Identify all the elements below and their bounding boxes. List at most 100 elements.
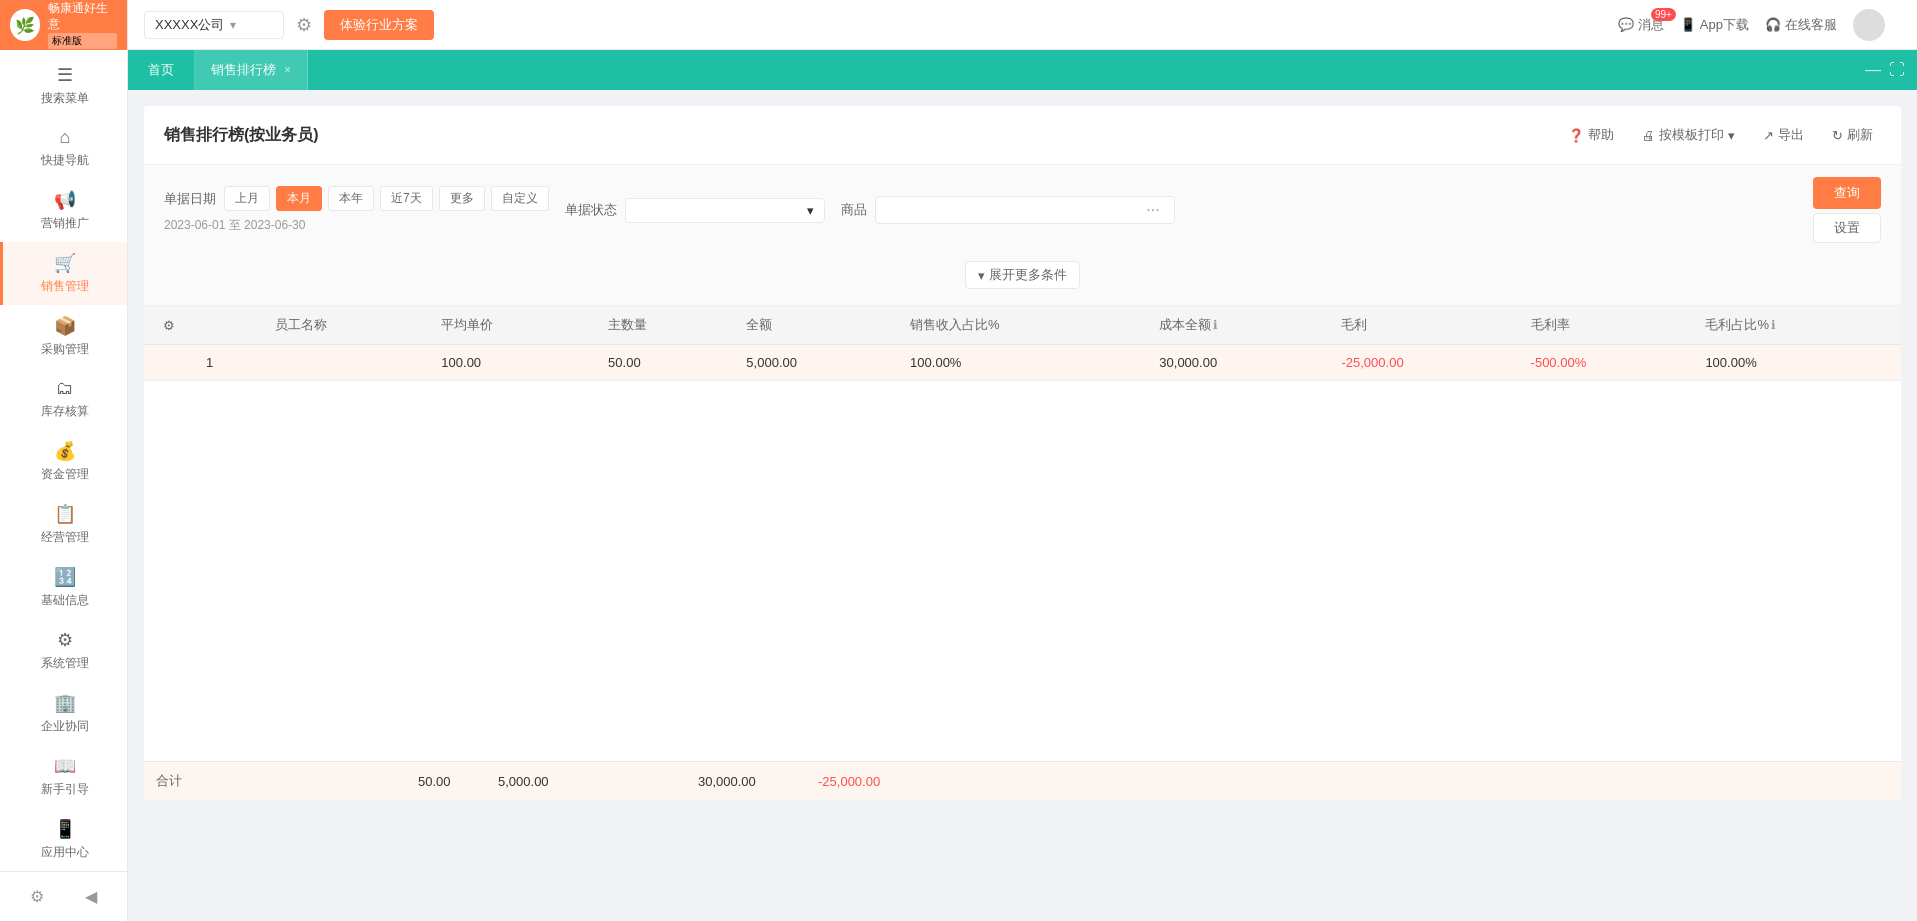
sidebar-item-inventory[interactable]: 🗂 库存核算 [0, 368, 127, 430]
basic-info-icon: 🔢 [54, 566, 76, 588]
filter-bar: 单据日期 上月 本月 本年 近7天 更多 自定义 2023-06-01 至 20… [144, 165, 1901, 306]
collapse-sidebar-icon[interactable]: ◀ [85, 887, 97, 906]
system-icon: ⚙ [57, 629, 73, 651]
date-btn-more[interactable]: 更多 [439, 186, 485, 211]
sidebar-item-search[interactable]: ☰ 搜索菜单 [0, 54, 127, 117]
app-center-icon: 📱 [54, 818, 76, 840]
refresh-label: 刷新 [1847, 126, 1873, 144]
profit-pct-info-icon[interactable]: ℹ [1771, 318, 1776, 332]
user-avatar[interactable] [1853, 9, 1885, 41]
header-right: 💬 消息 99+ 📱 App下载 🎧 在线客服 [1618, 9, 1901, 41]
trial-button[interactable]: 体验行业方案 [324, 10, 434, 40]
row-rank: 1 [194, 345, 263, 381]
tab-bar-right: — ⛶ [1853, 50, 1917, 90]
expand-row: ▾ 展开更多条件 [164, 253, 1881, 293]
row-cost: 30,000.00 [1147, 345, 1329, 381]
sidebar-item-label: 企业协同 [41, 718, 89, 735]
service-label: 在线客服 [1785, 16, 1837, 34]
sidebar-item-label: 营销推广 [41, 215, 89, 232]
col-profit: 毛利 [1329, 306, 1518, 345]
goods-ellipsis-icon[interactable]: ··· [1142, 201, 1163, 219]
query-button[interactable]: 查询 [1813, 177, 1881, 209]
sidebar-item-label: 销售管理 [41, 278, 89, 295]
date-btn-this-month[interactable]: 本月 [276, 186, 322, 211]
company-selector[interactable]: XXXXX公司 ▾ [144, 11, 284, 39]
sidebar-item-label: 快捷导航 [41, 152, 89, 169]
expand-more-btn[interactable]: ▾ 展开更多条件 [965, 261, 1080, 289]
date-btn-prev-month[interactable]: 上月 [224, 186, 270, 211]
print-button[interactable]: 🖨 按模板打印 ▾ [1634, 122, 1743, 148]
col-profit-pct: 毛利占比%ℹ [1693, 306, 1901, 345]
headset-icon: 🎧 [1765, 17, 1781, 32]
date-btn-custom[interactable]: 自定义 [491, 186, 549, 211]
inventory-icon: 🗂 [56, 378, 74, 399]
logo-icon: 🌿 [10, 9, 40, 41]
table-container: ⚙ 员工名称 平均单价 主数量 全额 销售收入占比% 成本全额ℹ 毛利 毛利率 [144, 306, 1901, 381]
tab-close-icon[interactable]: × [284, 63, 291, 77]
app-download-btn[interactable]: 📱 App下载 [1680, 16, 1749, 34]
sidebar: 🌿 畅康通好生意 标准版 ☰ 搜索菜单 ⌂ 快捷导航 📢 营销推广 🛒 销售管理… [0, 0, 128, 921]
logo-name: 畅康通好生意 [48, 1, 117, 32]
print-label: 按模板打印 [1659, 126, 1724, 144]
data-table: ⚙ 员工名称 平均单价 主数量 全额 销售收入占比% 成本全额ℹ 毛利 毛利率 [144, 306, 1901, 381]
help-button[interactable]: ❓ 帮助 [1560, 122, 1622, 148]
col-sales-pct: 销售收入占比% [898, 306, 1147, 345]
expand-label: 展开更多条件 [989, 266, 1067, 284]
sidebar-item-enterprise[interactable]: 🏢 企业协同 [0, 682, 127, 745]
tab-minimize-icon[interactable]: — [1865, 61, 1881, 79]
sidebar-item-quick-nav[interactable]: ⌂ 快捷导航 [0, 117, 127, 179]
goods-input[interactable]: ··· [875, 196, 1175, 224]
company-dropdown-arrow: ▾ [230, 18, 236, 32]
date-range-group: 上月 本月 本年 近7天 更多 自定义 [224, 186, 549, 211]
sales-ranking-tab[interactable]: 销售排行榜 × [195, 50, 308, 90]
message-btn[interactable]: 💬 消息 99+ [1618, 16, 1664, 34]
marketing-icon: 📢 [54, 189, 76, 211]
goods-filter-group: 商品 ··· [841, 196, 1175, 224]
sidebar-item-purchase[interactable]: 📦 采购管理 [0, 305, 127, 368]
status-select[interactable]: ▾ [625, 198, 825, 223]
settings-footer-icon[interactable]: ⚙ [30, 887, 44, 906]
home-tab[interactable]: 首页 [128, 50, 195, 90]
cost-info-icon[interactable]: ℹ [1213, 318, 1218, 332]
company-name: XXXXX公司 [155, 16, 224, 34]
sidebar-item-label: 应用中心 [41, 844, 89, 861]
status-dropdown-icon: ▾ [807, 203, 814, 218]
search-menu-icon: ☰ [57, 64, 73, 86]
sidebar-item-system[interactable]: ⚙ 系统管理 [0, 619, 127, 682]
table-settings-button[interactable]: 设置 [1813, 213, 1881, 243]
sidebar-logo: 🌿 畅康通好生意 标准版 [0, 0, 127, 50]
settings-col-header[interactable]: ⚙ [144, 306, 194, 345]
header-settings-icon[interactable]: ⚙ [296, 14, 312, 36]
main-content: 销售排行榜(按业务员) ❓ 帮助 🖨 按模板打印 ▾ ↗ 导出 ↻ 刷新 [128, 90, 1917, 921]
date-filter-group: 单据日期 上月 本月 本年 近7天 更多 自定义 2023-06-01 至 20… [164, 186, 549, 234]
logo-tag: 标准版 [48, 33, 117, 49]
row-profit-pct: 100.00% [1693, 345, 1901, 381]
date-filter-inline: 单据日期 上月 本月 本年 近7天 更多 自定义 [164, 186, 549, 211]
row-total: 5,000.00 [734, 345, 898, 381]
sidebar-item-sales[interactable]: 🛒 销售管理 [0, 242, 127, 305]
refresh-button[interactable]: ↻ 刷新 [1824, 122, 1881, 148]
row-sales-pct: 100.00% [898, 345, 1147, 381]
phone-icon: 📱 [1680, 17, 1696, 32]
sidebar-item-app-center[interactable]: 📱 应用中心 [0, 808, 127, 871]
finance-icon: 💰 [54, 440, 76, 462]
date-btn-7days[interactable]: 近7天 [380, 186, 433, 211]
tab-bar: 首页 销售排行榜 × — ⛶ [128, 50, 1917, 90]
enterprise-icon: 🏢 [54, 692, 76, 714]
tab-fullscreen-icon[interactable]: ⛶ [1889, 61, 1905, 79]
app-download-label: App下载 [1700, 16, 1749, 34]
sidebar-item-marketing[interactable]: 📢 营销推广 [0, 179, 127, 242]
date-btn-this-year[interactable]: 本年 [328, 186, 374, 211]
export-icon: ↗ [1763, 128, 1774, 143]
print-dropdown-icon: ▾ [1728, 128, 1735, 143]
sidebar-item-operation[interactable]: 📋 经营管理 [0, 493, 127, 556]
sidebar-item-basic-info[interactable]: 🔢 基础信息 [0, 556, 127, 619]
export-button[interactable]: ↗ 导出 [1755, 122, 1812, 148]
tab-label: 销售排行榜 [211, 61, 276, 79]
footer-spacer [206, 774, 406, 789]
row-profit-rate: -500.00% [1519, 345, 1694, 381]
online-service-btn[interactable]: 🎧 在线客服 [1765, 16, 1837, 34]
sidebar-item-finance[interactable]: 💰 资金管理 [0, 430, 127, 493]
sidebar-item-guide[interactable]: 📖 新手引导 [0, 745, 127, 808]
footer-profit: -25,000.00 [806, 774, 906, 789]
